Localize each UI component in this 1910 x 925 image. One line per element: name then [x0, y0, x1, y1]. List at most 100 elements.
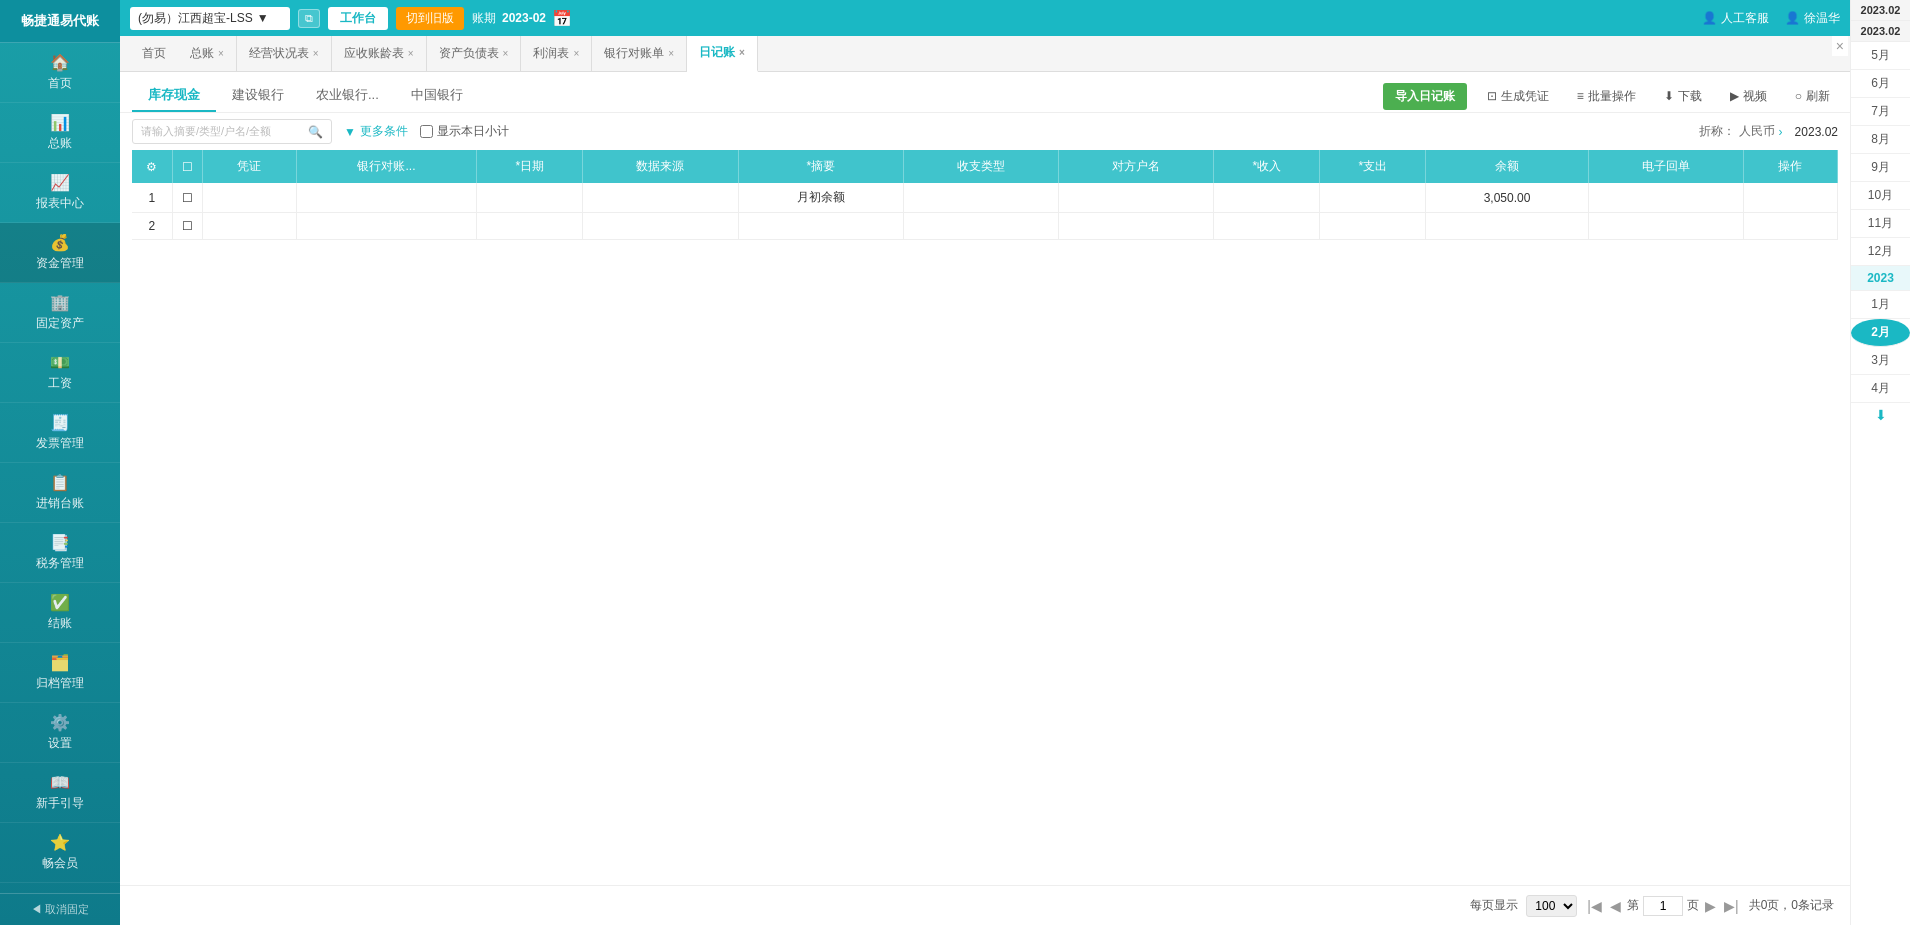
search-box[interactable]: 请输入摘要/类型/户名/全额 🔍: [132, 119, 332, 144]
download-button[interactable]: ⬇ 下载: [1656, 84, 1710, 109]
sidebar-label-ledger: 总账: [48, 135, 72, 152]
per-page-select[interactable]: 100 50 200: [1526, 895, 1577, 917]
calendar-month-1[interactable]: 1月: [1851, 291, 1910, 319]
show-daily-checkbox[interactable]: 显示本日小计: [420, 123, 509, 140]
settle-icon: ✅: [50, 593, 70, 612]
search-icon[interactable]: 🔍: [308, 125, 323, 139]
user-menu[interactable]: 👤 徐温华: [1785, 10, 1840, 27]
period-label: 账期: [472, 10, 496, 27]
generate-voucher-icon: ⊡: [1487, 89, 1497, 103]
batch-op-button[interactable]: ≡ 批量操作: [1569, 84, 1644, 109]
tab-bank-reconcile[interactable]: 银行对账单 ×: [592, 36, 687, 72]
calendar-month-8[interactable]: 8月: [1851, 126, 1910, 154]
tab-home[interactable]: 首页: [130, 36, 178, 72]
prev-page-btn[interactable]: ◀: [1608, 898, 1623, 914]
calendar-panel: 2023.02 2023.02 5月 6月 7月 8月 9月 10月 11月 1…: [1850, 0, 1910, 925]
row-2-operation: [1743, 213, 1837, 240]
calendar-month-10[interactable]: 10月: [1851, 182, 1910, 210]
tab-journal-close[interactable]: ×: [739, 47, 745, 58]
tab-bank-reconcile-close[interactable]: ×: [668, 48, 674, 59]
col-bank-account: 银行对账...: [296, 150, 477, 183]
sidebar-item-reports[interactable]: 📈 报表中心: [0, 163, 120, 223]
sidebar-item-salary[interactable]: 💵 工资: [0, 343, 120, 403]
row-1-check[interactable]: ☐: [172, 183, 202, 213]
tab-ledger[interactable]: 总账 ×: [178, 36, 237, 72]
sidebar-item-settings[interactable]: ⚙️ 设置: [0, 703, 120, 763]
calendar-month-9[interactable]: 9月: [1851, 154, 1910, 182]
calendar-icon[interactable]: 📅: [552, 9, 572, 28]
company-selector[interactable]: (勿易）江西超宝-LSS ▼: [130, 7, 290, 30]
tab-business[interactable]: 经营状况表 ×: [237, 36, 332, 72]
tab-assets-close[interactable]: ×: [503, 48, 509, 59]
row-1-voucher: [202, 183, 296, 213]
calendar-month-7[interactable]: 7月: [1851, 98, 1910, 126]
sidebar-item-member[interactable]: ⭐ 畅会员: [0, 823, 120, 883]
sidebar-item-sales[interactable]: 📋 进销台账: [0, 463, 120, 523]
tab-business-close[interactable]: ×: [313, 48, 319, 59]
copy-button[interactable]: ⧉: [298, 9, 320, 28]
first-page-btn[interactable]: |◀: [1585, 898, 1604, 914]
header-right: 👤 人工客服 👤 徐温华: [1702, 10, 1840, 27]
calendar-month-6[interactable]: 6月: [1851, 70, 1910, 98]
last-page-btn[interactable]: ▶|: [1722, 898, 1741, 914]
import-journal-button[interactable]: 导入日记账: [1383, 83, 1467, 110]
tab-profit-close[interactable]: ×: [573, 48, 579, 59]
show-daily-input[interactable]: [420, 125, 433, 138]
calendar-header-2023-02-first: 2023.02: [1851, 0, 1910, 21]
calendar-panel-close[interactable]: ×: [1832, 36, 1848, 56]
sidebar-item-home[interactable]: 🏠 首页: [0, 43, 120, 103]
row-1-data-source: [583, 183, 738, 213]
generate-voucher-button[interactable]: ⊡ 生成凭证: [1479, 84, 1557, 109]
page-number-input[interactable]: [1643, 896, 1683, 916]
sub-tab-cash[interactable]: 库存现金: [132, 80, 216, 112]
table-container: ⚙ ☐ 凭证 银行对账... *日期 数据来源 *摘要 收支类型 对方户名 *收…: [120, 150, 1850, 885]
calendar-month-5[interactable]: 5月: [1851, 42, 1910, 70]
sub-tab-jianshe[interactable]: 建设银行: [216, 80, 300, 112]
sidebar-item-tax[interactable]: 📑 税务管理: [0, 523, 120, 583]
tab-assets[interactable]: 资产负债表 ×: [427, 36, 522, 72]
sidebar-label-capital: 资金管理: [36, 255, 84, 272]
chevron-right-icon: ›: [1779, 125, 1783, 139]
tab-receivable[interactable]: 应收账龄表 ×: [332, 36, 427, 72]
tab-receivable-close[interactable]: ×: [408, 48, 414, 59]
sidebar-item-guide[interactable]: 📖 新手引导: [0, 763, 120, 823]
sidebar-item-ledger[interactable]: 📊 总账: [0, 103, 120, 163]
support-button[interactable]: 👤 人工客服: [1702, 10, 1769, 27]
sidebar-item-invoice[interactable]: 🧾 发票管理: [0, 403, 120, 463]
sidebar-label-sales: 进销台账: [36, 495, 84, 512]
tab-ledger-close[interactable]: ×: [218, 48, 224, 59]
col-settings[interactable]: ⚙: [132, 150, 172, 183]
tab-journal[interactable]: 日记账 ×: [687, 36, 758, 72]
search-placeholder: 请输入摘要/类型/户名/全额: [141, 124, 271, 139]
calendar-month-4[interactable]: 4月: [1851, 375, 1910, 403]
sub-tab-zhongguo[interactable]: 中国银行: [395, 80, 479, 112]
support-icon: 👤: [1702, 11, 1717, 25]
sidebar-collapse-btn[interactable]: ◀︎ 取消固定: [0, 893, 120, 925]
refresh-button[interactable]: ○ 刷新: [1787, 84, 1838, 109]
sidebar-item-assets[interactable]: 🏢 固定资产: [0, 283, 120, 343]
sidebar-item-capital[interactable]: 💰 资金管理: [0, 223, 120, 283]
row-1-num: 1: [132, 183, 172, 213]
filter-button[interactable]: ▼ 更多条件: [344, 123, 408, 140]
page-unit: 页: [1687, 897, 1699, 914]
row-2-electronic: [1588, 213, 1743, 240]
sidebar-item-settle[interactable]: ✅ 结账: [0, 583, 120, 643]
sidebar-item-archive[interactable]: 🗂️ 归档管理: [0, 643, 120, 703]
calendar-header-2023-02-second: 2023.02: [1851, 21, 1910, 42]
next-page-btn[interactable]: ▶: [1703, 898, 1718, 914]
sub-tab-nongye[interactable]: 农业银行...: [300, 80, 395, 112]
row-2-check[interactable]: ☐: [172, 213, 202, 240]
calendar-month-3[interactable]: 3月: [1851, 347, 1910, 375]
tab-profit[interactable]: 利润表 ×: [521, 36, 592, 72]
filter-icon: ▼: [344, 125, 356, 139]
workbench-button[interactable]: 工作台: [328, 7, 388, 30]
calendar-month-11[interactable]: 11月: [1851, 210, 1910, 238]
calendar-down-btn[interactable]: ⬇: [1851, 403, 1910, 427]
calendar-month-2-active[interactable]: 2月: [1851, 319, 1910, 347]
video-button[interactable]: ▶ 视频: [1722, 84, 1775, 109]
calendar-month-12[interactable]: 12月: [1851, 238, 1910, 266]
col-income-type: 收支类型: [903, 150, 1058, 183]
switch-version-button[interactable]: 切到旧版: [396, 7, 464, 30]
col-check[interactable]: ☐: [172, 150, 202, 183]
currency-value: 人民币: [1739, 123, 1775, 140]
